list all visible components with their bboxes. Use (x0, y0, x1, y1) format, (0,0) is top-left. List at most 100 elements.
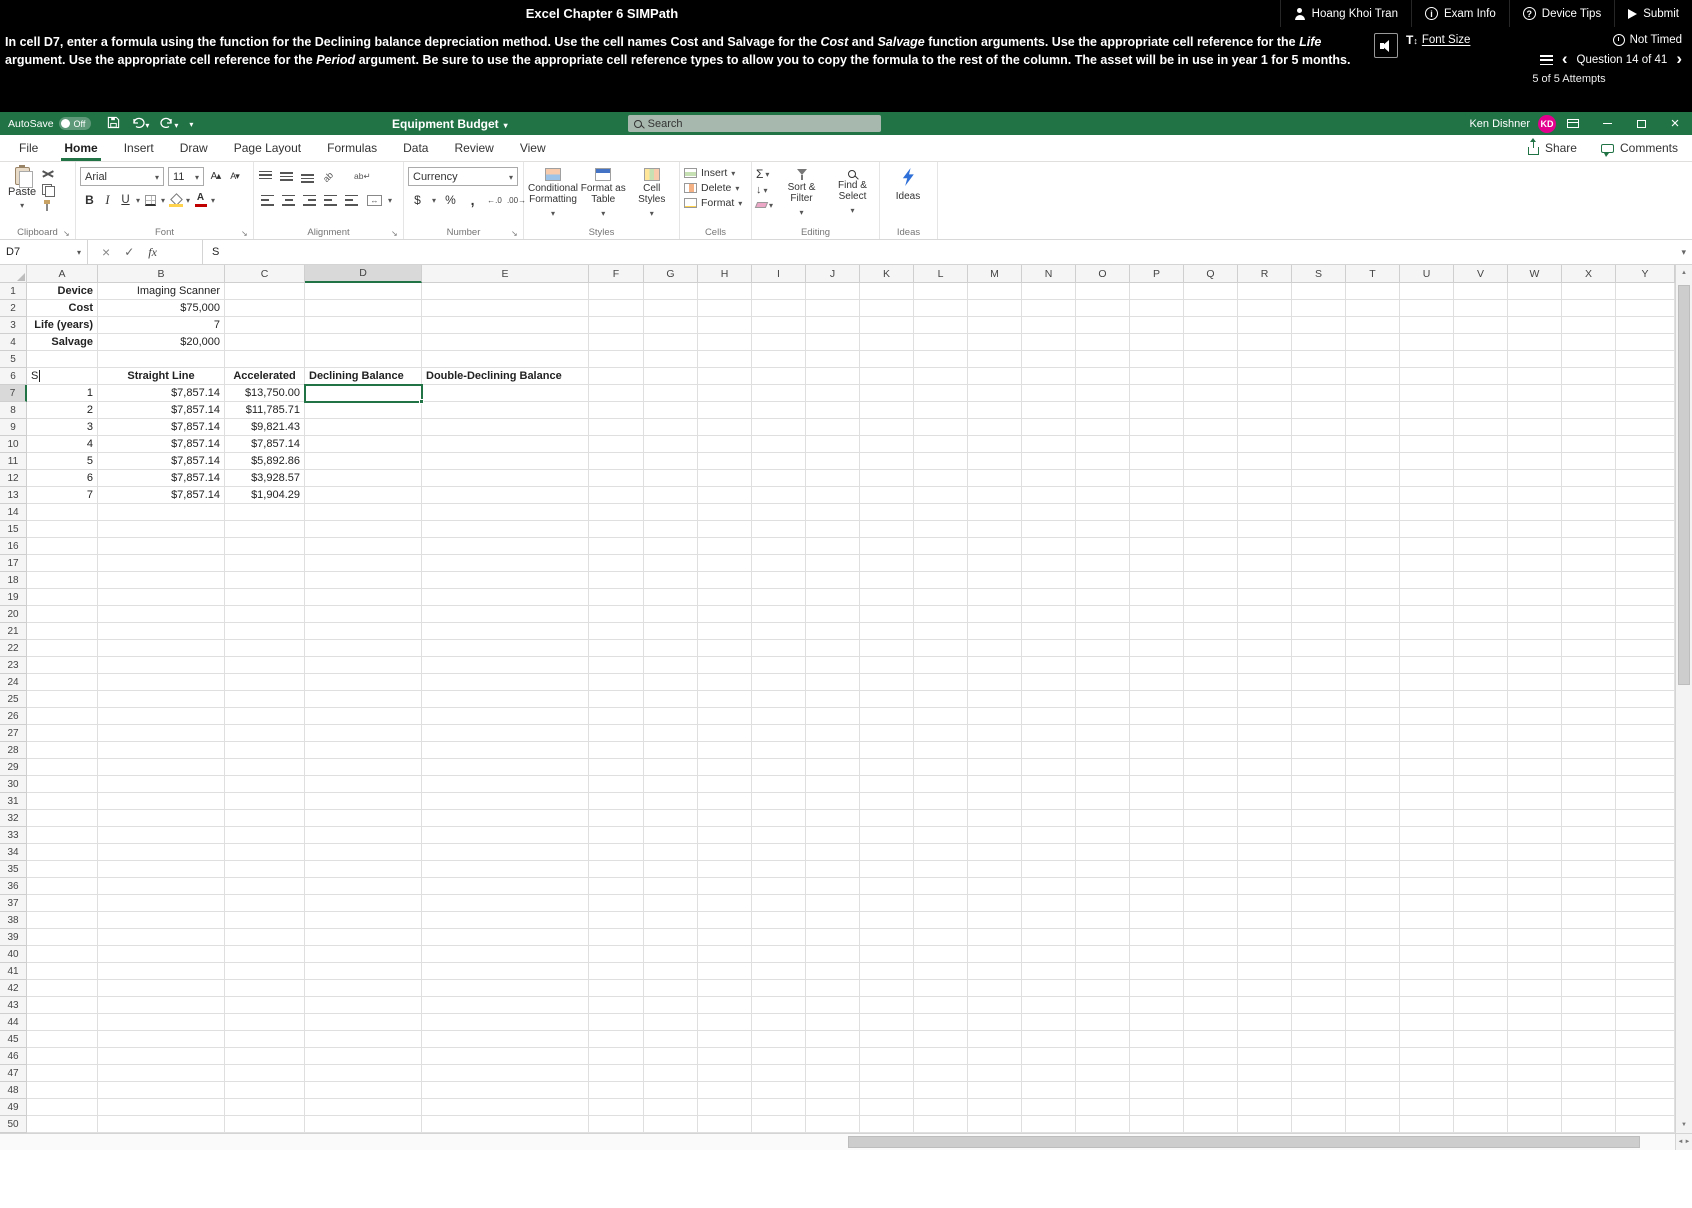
cell-R25[interactable] (1238, 691, 1292, 708)
cell-C5[interactable] (225, 351, 305, 368)
cell-D32[interactable] (305, 810, 422, 827)
cell-K32[interactable] (860, 810, 914, 827)
vertical-scrollbar[interactable]: ▲ ▼ (1675, 265, 1692, 1133)
cell-C44[interactable] (225, 1014, 305, 1031)
cell-X2[interactable] (1562, 300, 1616, 317)
cell-X7[interactable] (1562, 385, 1616, 402)
cell-I9[interactable] (752, 419, 806, 436)
cell-Y19[interactable] (1616, 589, 1675, 606)
cell-D2[interactable] (305, 300, 422, 317)
cell-O16[interactable] (1076, 538, 1130, 555)
cell-A46[interactable] (27, 1048, 98, 1065)
cell-V17[interactable] (1454, 555, 1508, 572)
cell-M18[interactable] (968, 572, 1022, 589)
cell-O44[interactable] (1076, 1014, 1130, 1031)
cell-P5[interactable] (1130, 351, 1184, 368)
cell-D13[interactable] (305, 487, 422, 504)
cell-L8[interactable] (914, 402, 968, 419)
cell-F11[interactable] (589, 453, 644, 470)
cell-F28[interactable] (589, 742, 644, 759)
cell-U30[interactable] (1400, 776, 1454, 793)
copy-button[interactable] (42, 184, 56, 197)
cell-Y21[interactable] (1616, 623, 1675, 640)
cell-U44[interactable] (1400, 1014, 1454, 1031)
cell-U39[interactable] (1400, 929, 1454, 946)
cell-S15[interactable] (1292, 521, 1346, 538)
cell-T30[interactable] (1346, 776, 1400, 793)
cell-N24[interactable] (1022, 674, 1076, 691)
cell-Q38[interactable] (1184, 912, 1238, 929)
cell-T17[interactable] (1346, 555, 1400, 572)
cell-M44[interactable] (968, 1014, 1022, 1031)
cell-K19[interactable] (860, 589, 914, 606)
cell-W28[interactable] (1508, 742, 1562, 759)
cell-H5[interactable] (698, 351, 752, 368)
cell-R39[interactable] (1238, 929, 1292, 946)
cell-Q12[interactable] (1184, 470, 1238, 487)
cell-N20[interactable] (1022, 606, 1076, 623)
cell-V11[interactable] (1454, 453, 1508, 470)
merge-center-button[interactable] (367, 191, 382, 209)
cell-A1[interactable]: Device (27, 283, 98, 300)
cell-K23[interactable] (860, 657, 914, 674)
cell-O32[interactable] (1076, 810, 1130, 827)
cell-X27[interactable] (1562, 725, 1616, 742)
cell-T43[interactable] (1346, 997, 1400, 1014)
cell-F45[interactable] (589, 1031, 644, 1048)
cell-A32[interactable] (27, 810, 98, 827)
cell-B28[interactable] (98, 742, 225, 759)
row-header-34[interactable]: 34 (0, 844, 27, 861)
cell-L30[interactable] (914, 776, 968, 793)
cell-R46[interactable] (1238, 1048, 1292, 1065)
cell-J37[interactable] (806, 895, 860, 912)
cell-W25[interactable] (1508, 691, 1562, 708)
cell-A2[interactable]: Cost (27, 300, 98, 317)
cell-U28[interactable] (1400, 742, 1454, 759)
cell-E17[interactable] (422, 555, 589, 572)
cell-E18[interactable] (422, 572, 589, 589)
cell-Y1[interactable] (1616, 283, 1675, 300)
cell-V49[interactable] (1454, 1099, 1508, 1116)
cell-D34[interactable] (305, 844, 422, 861)
cell-M9[interactable] (968, 419, 1022, 436)
cell-T49[interactable] (1346, 1099, 1400, 1116)
cell-X39[interactable] (1562, 929, 1616, 946)
font-size-select[interactable]: 11 (168, 167, 204, 186)
cell-E13[interactable] (422, 487, 589, 504)
cell-J34[interactable] (806, 844, 860, 861)
cell-I21[interactable] (752, 623, 806, 640)
cell-M17[interactable] (968, 555, 1022, 572)
cell-K16[interactable] (860, 538, 914, 555)
cell-P33[interactable] (1130, 827, 1184, 844)
cell-K29[interactable] (860, 759, 914, 776)
cell-O26[interactable] (1076, 708, 1130, 725)
cell-W50[interactable] (1508, 1116, 1562, 1133)
share-button[interactable]: Share (1527, 137, 1577, 155)
cell-D5[interactable] (305, 351, 422, 368)
cell-C29[interactable] (225, 759, 305, 776)
cell-E28[interactable] (422, 742, 589, 759)
cell-Y8[interactable] (1616, 402, 1675, 419)
cell-V27[interactable] (1454, 725, 1508, 742)
cell-L7[interactable] (914, 385, 968, 402)
cell-B47[interactable] (98, 1065, 225, 1082)
cell-I48[interactable] (752, 1082, 806, 1099)
cell-O48[interactable] (1076, 1082, 1130, 1099)
cell-C38[interactable] (225, 912, 305, 929)
cell-U21[interactable] (1400, 623, 1454, 640)
cell-Y33[interactable] (1616, 827, 1675, 844)
cell-P13[interactable] (1130, 487, 1184, 504)
cell-I16[interactable] (752, 538, 806, 555)
cell-N8[interactable] (1022, 402, 1076, 419)
cell-V50[interactable] (1454, 1116, 1508, 1133)
cell-F7[interactable] (589, 385, 644, 402)
cell-R48[interactable] (1238, 1082, 1292, 1099)
cell-G18[interactable] (644, 572, 698, 589)
cell-P4[interactable] (1130, 334, 1184, 351)
column-header-S[interactable]: S (1292, 265, 1346, 283)
cell-K38[interactable] (860, 912, 914, 929)
cell-K35[interactable] (860, 861, 914, 878)
cell-S37[interactable] (1292, 895, 1346, 912)
cell-O41[interactable] (1076, 963, 1130, 980)
cell-W46[interactable] (1508, 1048, 1562, 1065)
